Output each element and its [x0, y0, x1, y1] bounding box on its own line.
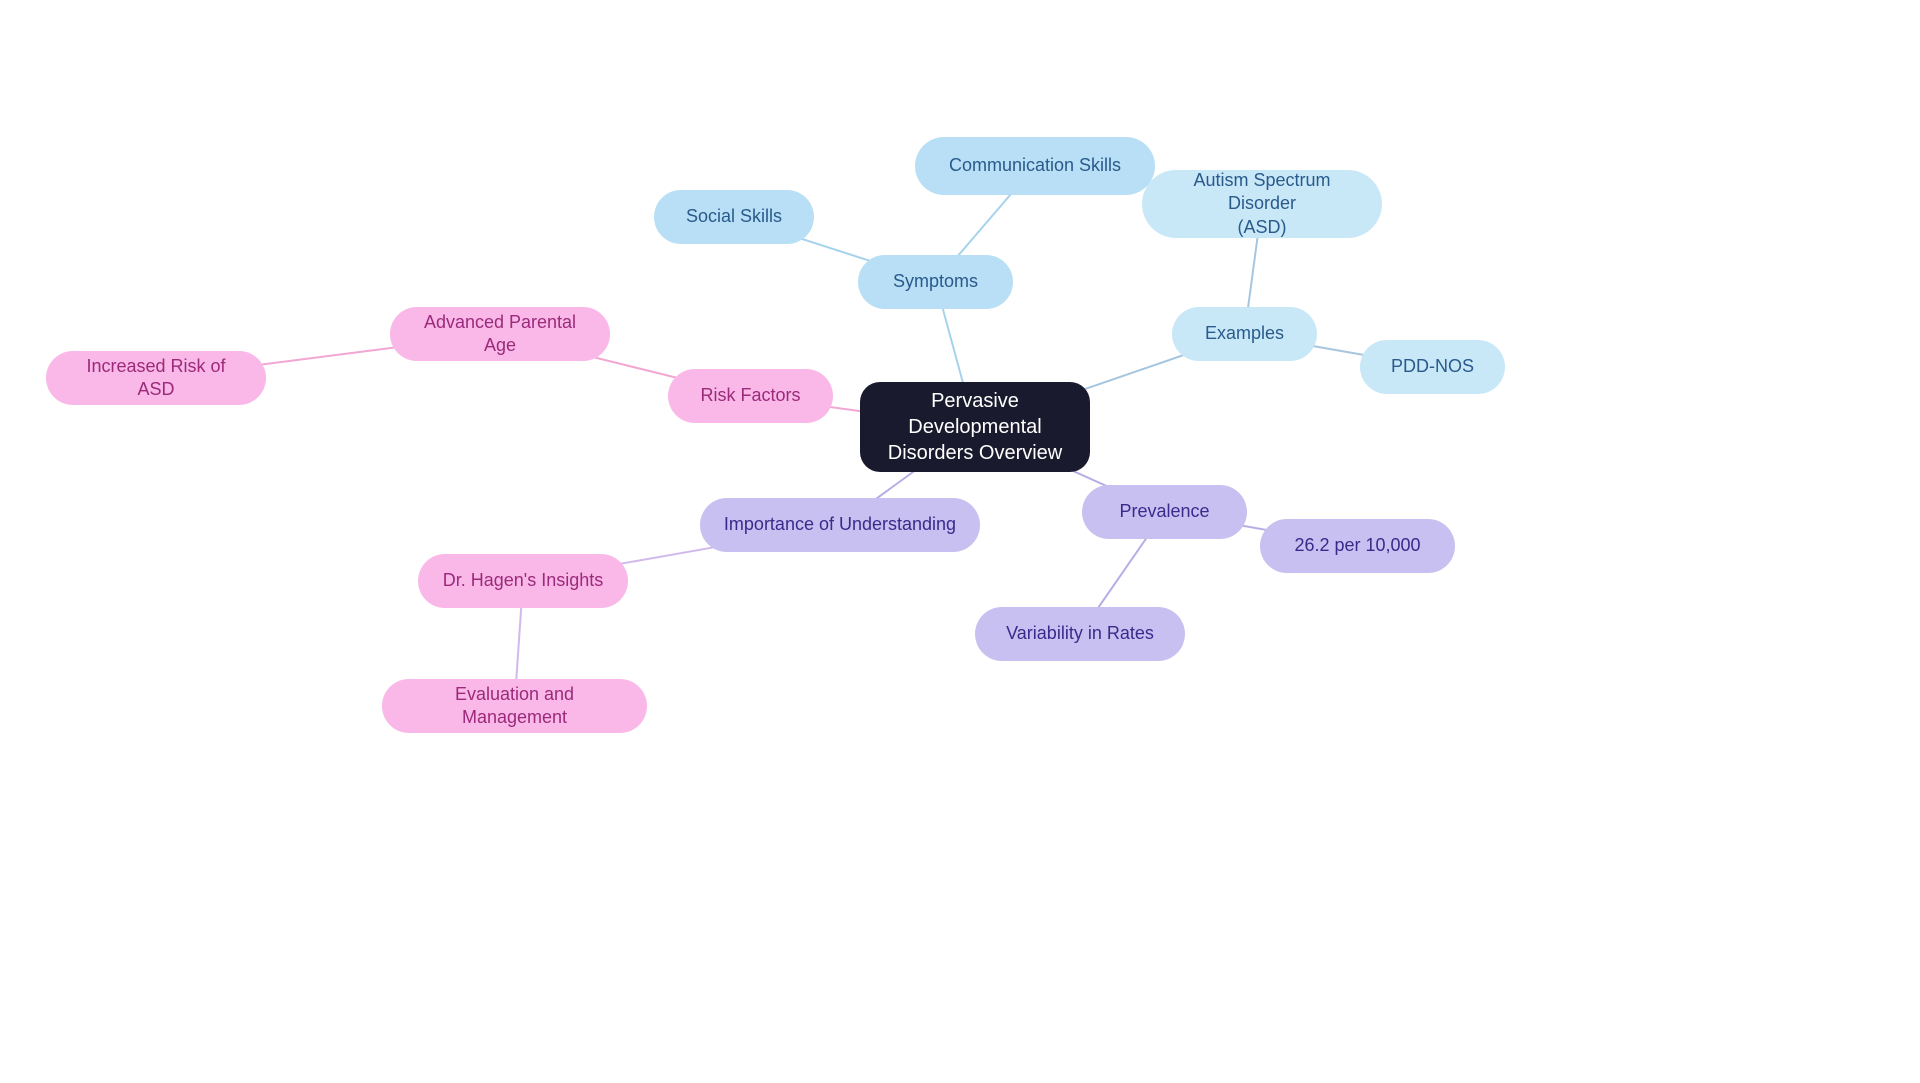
center-label: Pervasive Developmental Disorders Overvi…	[882, 388, 1068, 466]
rate-number-node[interactable]: 26.2 per 10,000	[1260, 519, 1455, 573]
evaluation-management-node[interactable]: Evaluation and Management	[382, 679, 647, 733]
advanced-parental-age-node[interactable]: Advanced Parental Age	[390, 307, 610, 361]
pdd-nos-node[interactable]: PDD-NOS	[1360, 340, 1505, 394]
variability-rates-node[interactable]: Variability in Rates	[975, 607, 1185, 661]
prevalence-node[interactable]: Prevalence	[1082, 485, 1247, 539]
communication-skills-node[interactable]: Communication Skills	[915, 137, 1155, 195]
symptoms-node[interactable]: Symptoms	[858, 255, 1013, 309]
risk-factors-node[interactable]: Risk Factors	[668, 369, 833, 423]
center-node[interactable]: Pervasive Developmental Disorders Overvi…	[860, 382, 1090, 472]
increased-risk-node[interactable]: Increased Risk of ASD	[46, 351, 266, 405]
examples-node[interactable]: Examples	[1172, 307, 1317, 361]
asd-node[interactable]: Autism Spectrum Disorder (ASD)	[1142, 170, 1382, 238]
dr-hagens-insights-node[interactable]: Dr. Hagen's Insights	[418, 554, 628, 608]
social-skills-node[interactable]: Social Skills	[654, 190, 814, 244]
importance-understanding-node[interactable]: Importance of Understanding	[700, 498, 980, 552]
